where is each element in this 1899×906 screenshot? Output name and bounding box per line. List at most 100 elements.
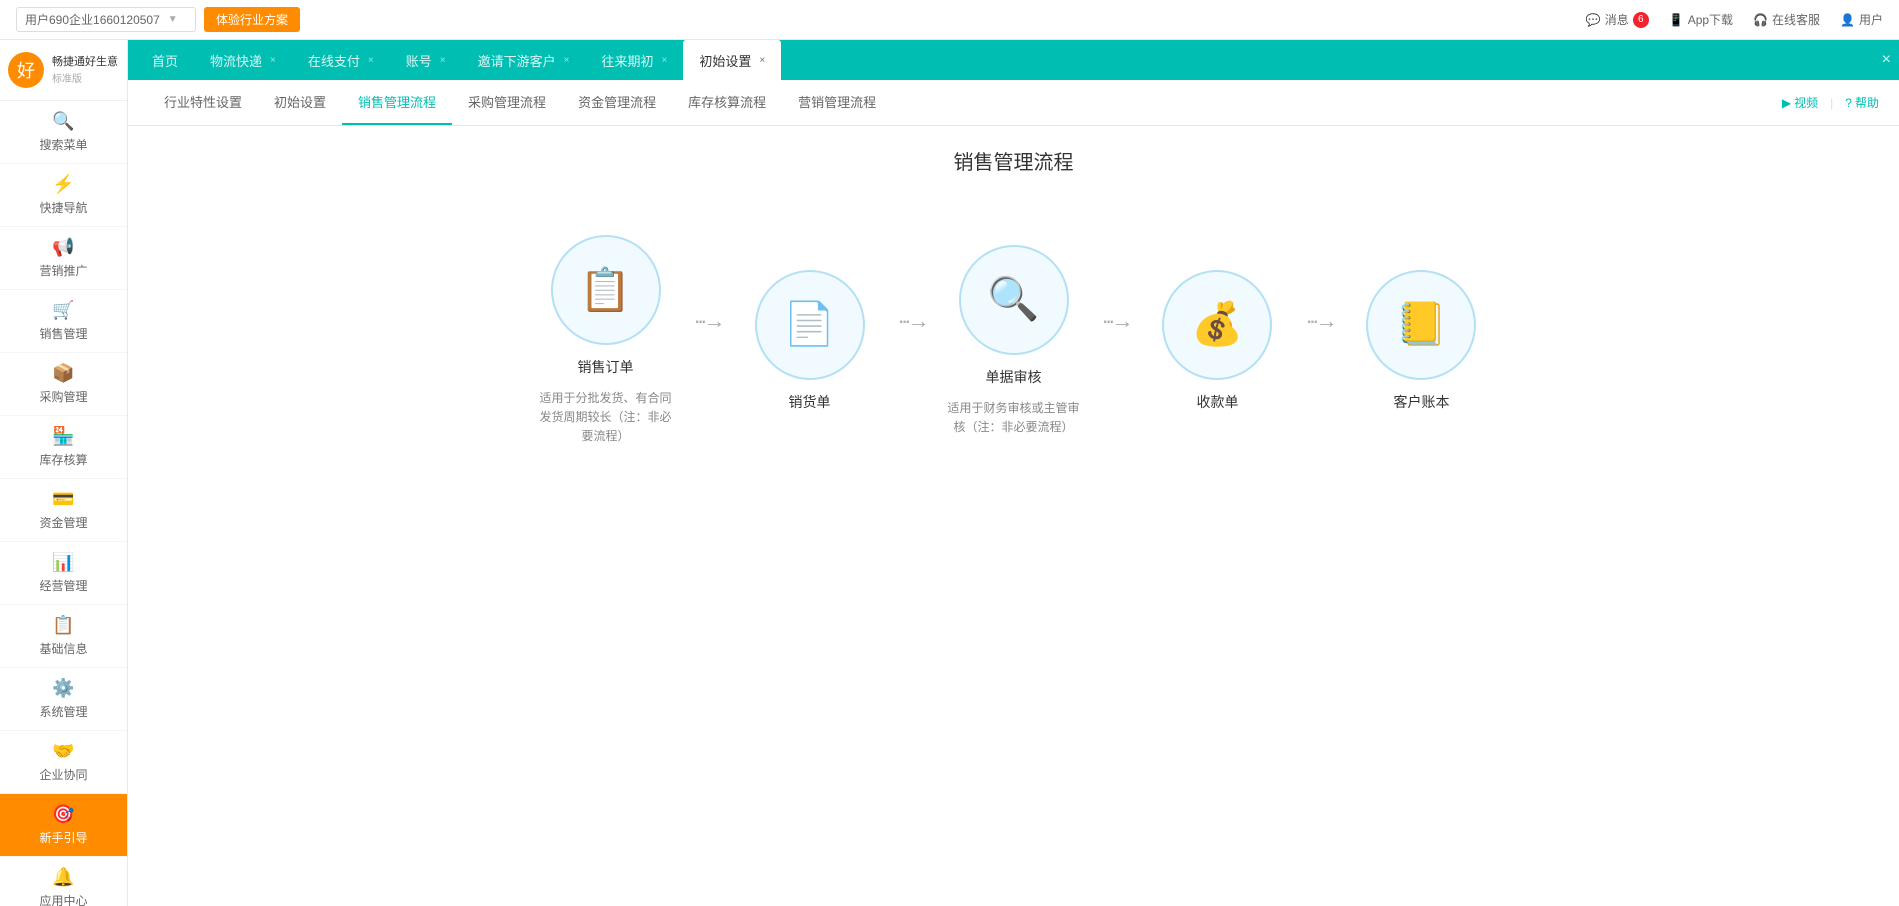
flow-arrow-1: ···→ <box>898 308 926 374</box>
app-icon: 📱 <box>1669 13 1684 27</box>
message-item[interactable]: 💬 消息 6 <box>1586 11 1649 28</box>
nav-tab-0[interactable]: 首页 <box>136 40 194 80</box>
sidebar-icon-3: 🛒 <box>52 300 74 321</box>
sub-tab-4[interactable]: 资金管理流程 <box>562 80 672 125</box>
sidebar-label-4: 采购管理 <box>39 388 87 405</box>
sidebar-item-新手引导[interactable]: 🎯新手引导 <box>0 794 127 857</box>
user-selector[interactable]: 用户690企业1660120507 ▼ <box>16 7 196 32</box>
app-label: App下载 <box>1688 11 1733 28</box>
nav-tab-close-5[interactable]: × <box>661 55 667 66</box>
flow-label-2: 单据审核 <box>986 367 1042 387</box>
online-service-item[interactable]: 🎧 在线客服 <box>1753 11 1820 28</box>
flow-circle-1[interactable]: 📄 <box>755 270 865 380</box>
nav-tab-3[interactable]: 账号× <box>390 40 462 80</box>
sub-tab-label-5: 库存核算流程 <box>688 95 766 110</box>
sidebar-icon-4: 📦 <box>52 363 74 384</box>
close-all-tabs-button[interactable]: × <box>1882 51 1891 69</box>
sub-tab-0[interactable]: 行业特性设置 <box>148 80 258 125</box>
nav-tab-close-3[interactable]: × <box>440 55 446 66</box>
message-badge: 6 <box>1633 12 1649 28</box>
sidebar-item-经营管理[interactable]: 📊 经营管理 <box>0 542 127 605</box>
nav-tab-2[interactable]: 在线支付× <box>292 40 390 80</box>
sub-tab-3[interactable]: 采购管理流程 <box>452 80 562 125</box>
nav-tabs: 首页物流快递×在线支付×账号×邀请下游客户×往来期初×初始设置× × <box>128 40 1899 80</box>
sidebar-icon-7: 📊 <box>52 552 74 573</box>
sidebar-logo: 好 畅捷通好生意 标准版 <box>0 40 127 101</box>
nav-tabs-list: 首页物流快递×在线支付×账号×邀请下游客户×往来期初×初始设置× <box>136 40 1882 80</box>
sidebar-label-7: 经营管理 <box>39 577 87 594</box>
sidebar-icon-5: 🏪 <box>52 426 74 447</box>
sidebar-label-2: 营销推广 <box>39 262 87 279</box>
nav-tab-close-1[interactable]: × <box>270 55 276 66</box>
sub-tab-2[interactable]: 销售管理流程 <box>342 80 452 125</box>
video-icon: ▶ <box>1782 96 1791 110</box>
nav-tab-5[interactable]: 往来期初× <box>585 40 683 80</box>
sidebar-item-销售管理[interactable]: 🛒 销售管理 <box>0 290 127 353</box>
main-layout: 好 畅捷通好生意 标准版 🔍搜索菜单⚡快捷导航📢营销推广🛒销售管理📦采购管理🏪库… <box>0 40 1899 906</box>
flow-arrow-0: ···→ <box>694 308 722 374</box>
help-action[interactable]: ? 帮助 <box>1845 94 1879 111</box>
avatar-icon: 👤 <box>1840 13 1855 27</box>
sub-tab-label-0: 行业特性设置 <box>164 95 242 110</box>
flow-circle-4[interactable]: 📒 <box>1366 270 1476 380</box>
flow-label-4: 客户账本 <box>1393 392 1449 412</box>
logo-text: 畅捷通好生意 <box>52 55 118 70</box>
flow-node-0: 📋销售订单适用于分批发货、有合同发货周期较长（注：非必要流程） <box>526 235 686 447</box>
sub-tab-label-6: 营销管理流程 <box>798 95 876 110</box>
app-download-item[interactable]: 📱 App下载 <box>1669 11 1733 28</box>
sub-tab-1[interactable]: 初始设置 <box>258 80 342 125</box>
main-content: 销售管理流程 📋销售订单适用于分批发货、有合同发货周期较长（注：非必要流程）··… <box>128 126 1899 906</box>
sidebar-item-营销推广[interactable]: 📢 营销推广 <box>0 227 127 290</box>
sub-tab-label-3: 采购管理流程 <box>468 95 546 110</box>
video-action[interactable]: ▶ 视频 <box>1782 94 1818 111</box>
nav-tab-close-6[interactable]: × <box>759 55 765 66</box>
top-bar: 用户690企业1660120507 ▼ 体验行业方案 💬 消息 6 📱 App下… <box>0 0 1899 40</box>
sidebar-item-基础信息[interactable]: 📋基础信息 <box>0 605 127 668</box>
sidebar-item-快捷导航[interactable]: ⚡快捷导航 <box>0 164 127 227</box>
nav-tab-6[interactable]: 初始设置 × <box>683 40 781 80</box>
sidebar-label-9: 系统管理 <box>39 703 87 720</box>
nav-tab-4[interactable]: 邀请下游客户× <box>462 40 586 80</box>
sidebar-icon-2: 📢 <box>52 237 74 258</box>
flow-node-2: 🔍 单据审核适用于财务审核或主管审核（注：非必要流程） <box>934 245 1094 437</box>
sidebar-icon-12: 🔔 <box>52 867 74 888</box>
sidebar-label-12: 应用中心 <box>39 892 87 906</box>
video-label: 视频 <box>1794 94 1818 111</box>
sidebar-item-系统管理[interactable]: ⚙️ 系统管理 <box>0 668 127 731</box>
flow-circle-3[interactable]: 💰 <box>1162 270 1272 380</box>
flow-diagram: 📋销售订单适用于分批发货、有合同发货周期较长（注：非必要流程）···→📄销货单·… <box>148 235 1879 447</box>
flow-circle-0[interactable]: 📋 <box>551 235 661 345</box>
flow-circle-2[interactable]: 🔍 <box>959 245 1069 355</box>
sub-tabs-list: 行业特性设置 初始设置销售管理流程 采购管理流程 资金管理流程 库存核算流程 营销管理流程 <box>148 80 892 125</box>
flow-label-0: 销售订单 <box>578 357 634 377</box>
logo-text-block: 畅捷通好生意 标准版 <box>52 55 118 85</box>
top-bar-right: 💬 消息 6 📱 App下载 🎧 在线客服 👤 用户 <box>1586 11 1883 28</box>
logo-sub: 标准版 <box>52 70 118 85</box>
trial-button[interactable]: 体验行业方案 <box>204 7 300 32</box>
message-icon: 💬 <box>1586 13 1601 27</box>
sidebar-item-采购管理[interactable]: 📦 采购管理 <box>0 353 127 416</box>
sidebar: 好 畅捷通好生意 标准版 🔍搜索菜单⚡快捷导航 📢 营销推广 🛒 销售管理 📦 采购管理 🏪库… <box>0 40 128 906</box>
sidebar-item-应用中心[interactable]: 🔔 应用中心 <box>0 857 127 906</box>
sub-tab-5[interactable]: 库存核算流程 <box>672 80 782 125</box>
flow-desc-2: 适用于财务审核或主管审核（注：非必要流程） <box>944 399 1084 437</box>
nav-tab-close-4[interactable]: × <box>564 55 570 66</box>
sidebar-icon-10: 🤝 <box>52 741 74 762</box>
sidebar-label-3: 销售管理 <box>39 325 87 342</box>
sidebar-item-资金管理[interactable]: 💳资金管理 <box>0 479 127 542</box>
flow-node-3: 💰收款单 <box>1137 270 1297 412</box>
nav-tab-close-2[interactable]: × <box>368 55 374 66</box>
sidebar-icon-11: 🎯 <box>52 804 74 825</box>
sub-tab-6[interactable]: 营销管理流程 <box>782 80 892 125</box>
sidebar-item-搜索菜单[interactable]: 🔍搜索菜单 <box>0 101 127 164</box>
user-avatar-item[interactable]: 👤 用户 <box>1840 11 1883 28</box>
headset-icon: 🎧 <box>1753 13 1768 27</box>
sidebar-item-库存核算[interactable]: 🏪库存核算 <box>0 416 127 479</box>
sidebar-label-10: 企业协同 <box>39 766 87 783</box>
nav-tab-label-6: 初始设置 <box>699 51 751 70</box>
dropdown-arrow-icon: ▼ <box>168 14 178 25</box>
sidebar-icon-9: ⚙️ <box>52 678 74 699</box>
nav-tab-1[interactable]: 物流快递 × <box>194 40 292 80</box>
sidebar-item-企业协同[interactable]: 🤝 企业协同 <box>0 731 127 794</box>
nav-tab-label-1: 物流快递 <box>210 51 262 70</box>
